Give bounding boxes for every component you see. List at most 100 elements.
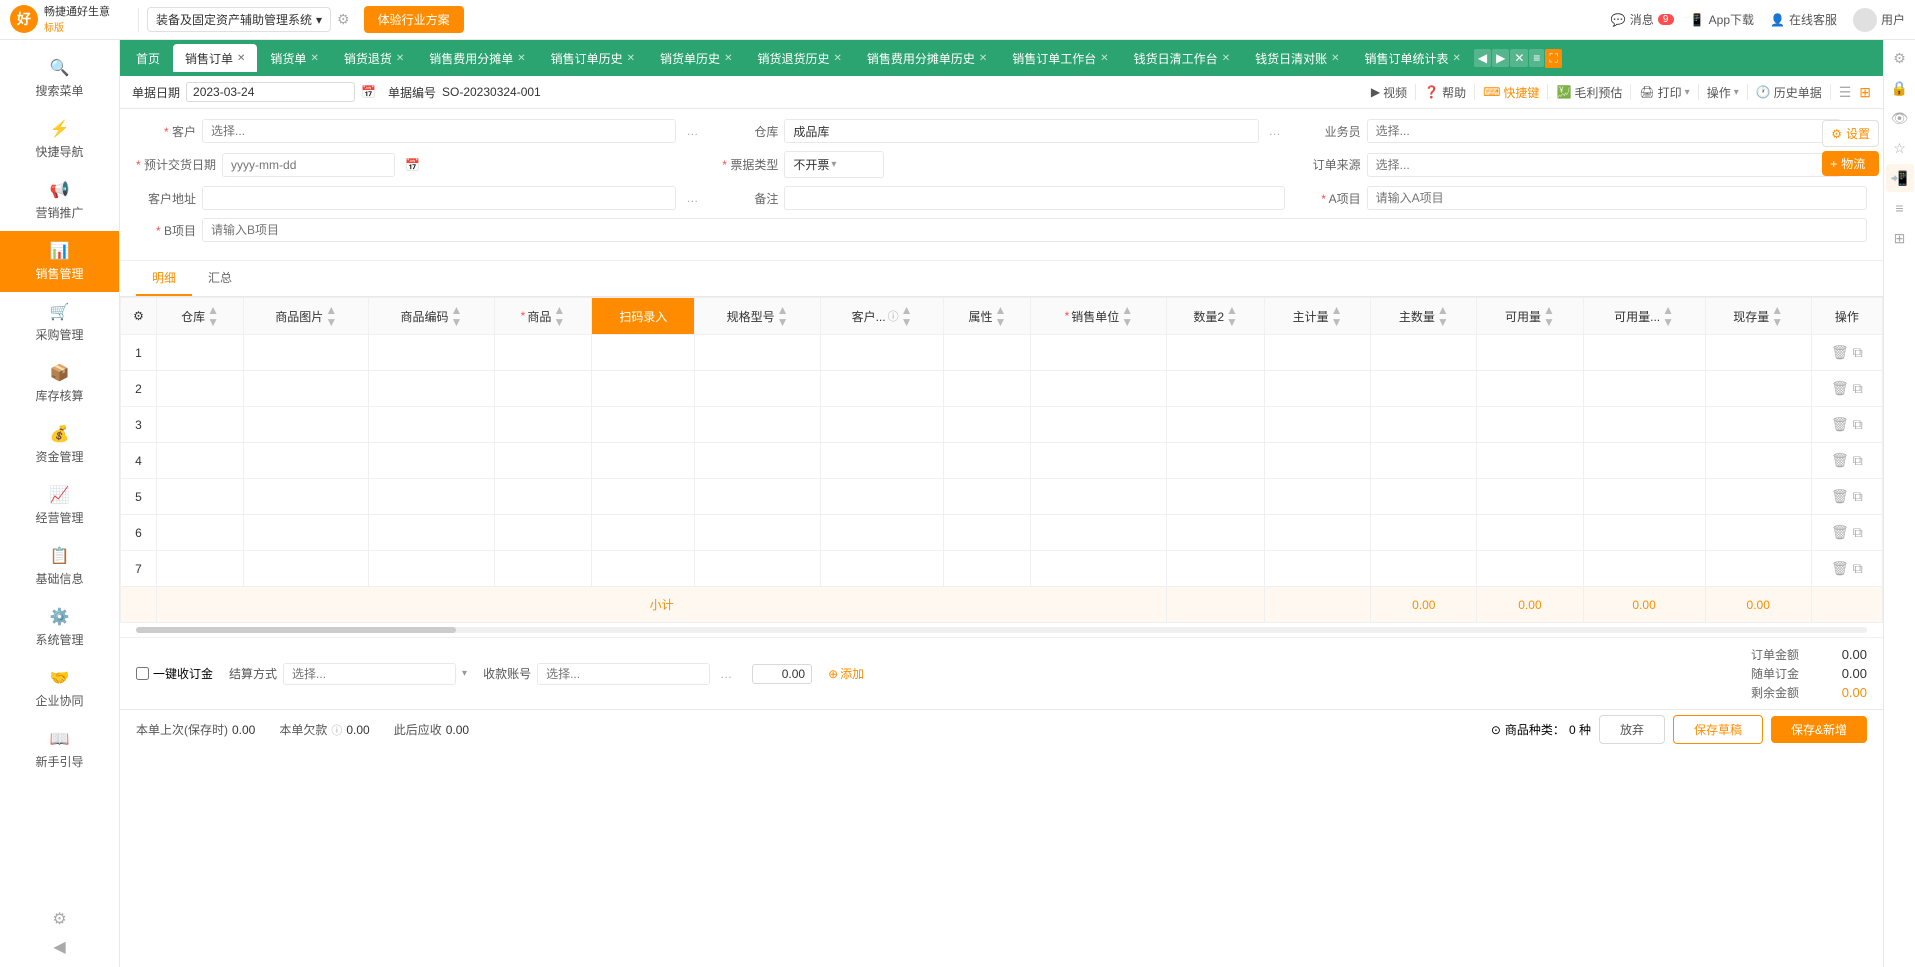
tab-out-history[interactable]: 销货单历史 ✕ [648,44,744,72]
tab-order-history[interactable]: 销售订单历史 ✕ [539,44,647,72]
sidebar-item-inventory[interactable]: 📦 库存核算 [0,353,119,414]
row-1-attribute[interactable] [944,335,1031,371]
tab-daily-clear[interactable]: 钱货日清工作台 ✕ [1122,44,1242,72]
customer-ellipsis[interactable]: … [682,124,702,138]
row-6-qty2[interactable] [1167,515,1265,551]
tab-close-daily-clear[interactable]: ✕ [1222,53,1230,64]
trial-button[interactable]: 体验行业方案 [364,6,464,33]
list-view-icon[interactable]: ☰ [1839,84,1852,101]
row-7-main-qty[interactable] [1371,551,1477,587]
row-7-unit[interactable] [1031,551,1167,587]
rp-lock-icon[interactable]: 🔒 [1886,74,1914,102]
tab-close-return[interactable]: ✕ [396,53,404,64]
tab-close-daily-reconcile[interactable]: ✕ [1331,53,1339,64]
sidebar-item-quick[interactable]: ⚡ 快捷导航 [0,109,119,170]
row-3-customer-code[interactable] [820,407,944,443]
row-7-qty2[interactable] [1167,551,1265,587]
tab-expense-split[interactable]: 销售费用分摊单 ✕ [417,44,537,72]
sidebar-item-operation[interactable]: 📈 经营管理 [0,475,119,536]
tab-close-sales-out[interactable]: ✕ [310,53,318,64]
row-2-spec[interactable] [695,371,820,407]
tab-stats[interactable]: 销售订单统计表 ✕ [1352,44,1472,72]
sidebar-item-basic[interactable]: 📋 基础信息 [0,536,119,597]
row-5-code[interactable] [369,479,494,515]
message-item[interactable]: 💬 消息 9 [1611,11,1674,28]
tab-expense-history[interactable]: 销售费用分摊单历史 ✕ [855,44,999,72]
row-3-qty2[interactable] [1167,407,1265,443]
row-4-warehouse[interactable] [157,443,244,479]
settings-icon[interactable]: ⚙ [337,11,350,28]
add-button[interactable]: ⊕ 添加 [828,665,864,682]
row-4-unit[interactable] [1031,443,1167,479]
tab-close-return-history[interactable]: ✕ [833,53,841,64]
row-1-unit[interactable] [1031,335,1167,371]
settings-bottom-icon[interactable]: ⚙ [52,909,66,929]
tab-menu-btn[interactable]: ≡ [1529,49,1544,67]
help-item[interactable]: ❓ 帮助 [1424,84,1466,101]
row-5-attribute[interactable] [944,479,1031,515]
row-4-code[interactable] [369,443,494,479]
row-4-customer-code[interactable] [820,443,944,479]
rp-eye-icon[interactable]: 👁 [1886,104,1914,132]
row-7-main-unit[interactable] [1265,551,1371,587]
row-2-goods[interactable] [494,371,592,407]
row-1-warehouse[interactable] [157,335,244,371]
row-5-customer-code[interactable] [820,479,944,515]
tab-workbench[interactable]: 销售订单工作台 ✕ [1000,44,1120,72]
row-6-customer-code[interactable] [820,515,944,551]
tab-close-order-history[interactable]: ✕ [627,53,635,64]
view-item[interactable]: ▶ 视频 [1371,84,1407,101]
sidebar-item-purchase[interactable]: 🛒 采购管理 [0,292,119,353]
row-5-copy-icon[interactable]: ⧉ [1853,488,1863,505]
settings-float-btn[interactable]: ⚙ 设置 [1822,120,1879,147]
rp-settings-icon[interactable]: ⚙ [1886,44,1914,72]
tab-max-btn[interactable]: ⛶ [1545,49,1561,68]
row-1-spec[interactable] [695,335,820,371]
delivery-calendar-icon[interactable]: 📅 [405,158,420,172]
delivery-input[interactable] [222,153,395,177]
row-6-unit[interactable] [1031,515,1167,551]
row-1-main-unit[interactable] [1265,335,1371,371]
tab-close-out-history[interactable]: ✕ [724,53,732,64]
tab-close-expense-history[interactable]: ✕ [979,53,987,64]
row-4-qty2[interactable] [1167,443,1265,479]
discard-button[interactable]: 放弃 [1599,715,1665,744]
payment-method-input[interactable] [283,663,456,685]
profit-item[interactable]: 💹 毛利预估 [1556,84,1622,101]
customer-addr-ellipsis[interactable]: … [682,191,702,205]
row-7-customer-code[interactable] [820,551,944,587]
shortcut-item[interactable]: ⌨ 快捷键 [1483,84,1539,101]
row-7-attribute[interactable] [944,551,1031,587]
row-5-goods[interactable] [494,479,592,515]
row-4-goods[interactable] [494,443,592,479]
row-2-unit[interactable] [1031,371,1167,407]
row-6-attribute[interactable] [944,515,1031,551]
row-2-copy-icon[interactable]: ⧉ [1853,380,1863,397]
rp-qr-icon[interactable]: 📲 [1886,164,1914,192]
history-item[interactable]: 🕐 历史单据 [1756,84,1822,101]
row-1-customer-code[interactable] [820,335,944,371]
row-1-main-qty[interactable] [1371,335,1477,371]
row-4-copy-icon[interactable]: ⧉ [1853,452,1863,469]
row-6-code[interactable] [369,515,494,551]
rp-table-cols-icon[interactable]: ⊞ [1886,224,1914,252]
row-6-spec[interactable] [695,515,820,551]
save-draft-button[interactable]: 保存草稿 [1673,715,1763,744]
row-2-delete-icon[interactable]: 🗑 [1831,380,1849,397]
tab-return-history[interactable]: 销货退货历史 ✕ [745,44,853,72]
detail-tab-huizong[interactable]: 汇总 [192,261,248,296]
row-5-main-unit[interactable] [1265,479,1371,515]
row-7-goods[interactable] [494,551,592,587]
row-7-delete-icon[interactable]: 🗑 [1831,560,1849,577]
row-5-warehouse[interactable] [157,479,244,515]
sidebar-item-finance[interactable]: 💰 资金管理 [0,414,119,475]
account-ellipsis[interactable]: … [716,667,736,681]
row-6-main-qty[interactable] [1371,515,1477,551]
rp-star-icon[interactable]: ☆ [1886,134,1914,162]
row-5-unit[interactable] [1031,479,1167,515]
row-3-unit[interactable] [1031,407,1167,443]
calendar-icon[interactable]: 📅 [361,85,376,99]
row-3-attribute[interactable] [944,407,1031,443]
row-1-code[interactable] [369,335,494,371]
row-2-main-unit[interactable] [1265,371,1371,407]
